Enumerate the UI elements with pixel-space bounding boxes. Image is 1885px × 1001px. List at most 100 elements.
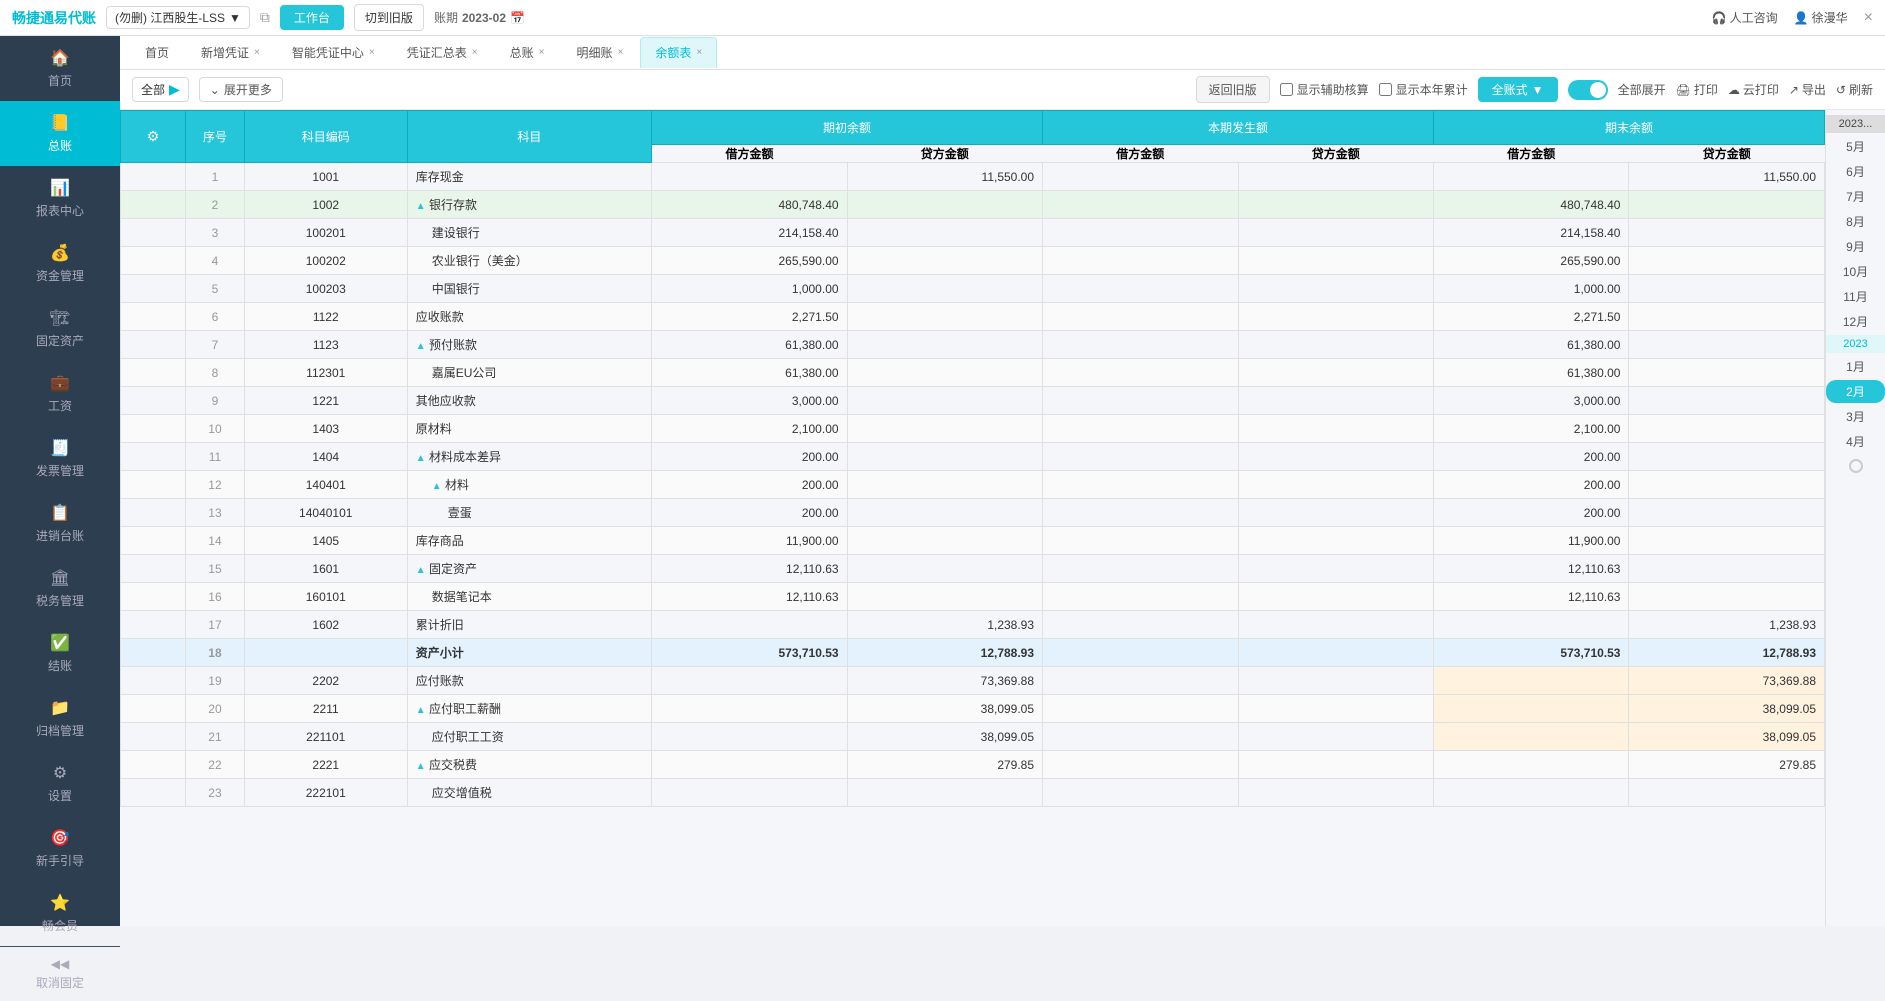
sidebar-item-member[interactable]: ⭐ 畅会员 bbox=[0, 881, 120, 946]
row-name-15[interactable]: 数据笔记本 bbox=[407, 583, 651, 611]
row-settings-17[interactable] bbox=[121, 639, 186, 667]
filter-select[interactable]: 全部 ▶ bbox=[132, 77, 189, 102]
sidebar-item-reports[interactable]: 📊 报表中心 bbox=[0, 166, 120, 231]
tab-detail-ledger[interactable]: 明细账 × bbox=[561, 37, 638, 68]
row-name-16[interactable]: 累计折旧 bbox=[407, 611, 651, 639]
row-name-18[interactable]: 应付账款 bbox=[407, 667, 651, 695]
export-button[interactable]: ↗ 导出 bbox=[1789, 81, 1826, 98]
sidebar-item-closing[interactable]: ✅ 结账 bbox=[0, 621, 120, 686]
unpin-button[interactable]: ◀◀ 取消固定 bbox=[0, 946, 120, 1001]
fullmode-button[interactable]: 全账式 ▼ bbox=[1478, 77, 1558, 102]
sidebar-item-invoice[interactable]: 🧾 发票管理 bbox=[0, 426, 120, 491]
row-name-9[interactable]: 原材料 bbox=[407, 415, 651, 443]
ytd-checkbox-input[interactable] bbox=[1379, 83, 1392, 96]
row-name-1[interactable]: ▲ 银行存款 bbox=[407, 191, 651, 219]
row-name-10[interactable]: ▲ 材料成本差异 bbox=[407, 443, 651, 471]
row-settings-11[interactable] bbox=[121, 471, 186, 499]
print-button[interactable]: 🖨 打印 bbox=[1676, 81, 1718, 98]
row-name-7[interactable]: 嘉属EU公司 bbox=[407, 359, 651, 387]
row-settings-15[interactable] bbox=[121, 583, 186, 611]
month-4[interactable]: 4月 bbox=[1826, 430, 1885, 453]
expand-button[interactable]: ⌄ 展开更多 bbox=[199, 77, 283, 102]
sidebar-item-home[interactable]: 🏠 首页 bbox=[0, 36, 120, 101]
month-8[interactable]: 8月 bbox=[1826, 210, 1885, 233]
sidebar-item-assets-mgmt[interactable]: 💰 资金管理 bbox=[0, 231, 120, 296]
row-name-8[interactable]: 其他应收款 bbox=[407, 387, 651, 415]
close-detail-ledger[interactable]: × bbox=[617, 47, 623, 58]
sidebar-item-fixed-assets[interactable]: 🏗 固定资产 bbox=[0, 296, 120, 361]
sidebar-item-tax[interactable]: 🏛 税务管理 bbox=[0, 556, 120, 621]
cloud-print-button[interactable]: ☁ 云打印 bbox=[1728, 81, 1779, 98]
expand-all-toggle[interactable] bbox=[1568, 80, 1608, 100]
row-settings-8[interactable] bbox=[121, 387, 186, 415]
aux-checkbox-input[interactable] bbox=[1280, 83, 1293, 96]
copy-icon[interactable]: ⧉ bbox=[260, 9, 270, 26]
row-settings-4[interactable] bbox=[121, 275, 186, 303]
row-settings-7[interactable] bbox=[121, 359, 186, 387]
company-selector[interactable]: (勿删) 江西股生-LSS ▼ bbox=[106, 6, 250, 29]
right-panel-circle-icon[interactable] bbox=[1849, 459, 1863, 473]
row-settings-20[interactable] bbox=[121, 723, 186, 751]
global-close-button[interactable]: × bbox=[1864, 9, 1873, 27]
row-name-2[interactable]: 建设银行 bbox=[407, 219, 651, 247]
sidebar-item-settings[interactable]: ⚙ 设置 bbox=[0, 751, 120, 816]
row-name-12[interactable]: 壹蛋 bbox=[407, 499, 651, 527]
row-name-19[interactable]: ▲ 应付职工薪酬 bbox=[407, 695, 651, 723]
gear-icon[interactable]: ⚙ bbox=[147, 128, 160, 144]
consult-button[interactable]: 🎧 人工咨询 bbox=[1712, 9, 1778, 26]
close-voucher-summary[interactable]: × bbox=[472, 47, 478, 58]
month-1[interactable]: 1月 bbox=[1826, 355, 1885, 378]
row-settings-16[interactable] bbox=[121, 611, 186, 639]
tab-balance-sheet[interactable]: 余额表 × bbox=[640, 37, 717, 68]
sidebar-item-purchase[interactable]: 📋 进销台账 bbox=[0, 491, 120, 556]
calendar-icon[interactable]: 📅 bbox=[510, 11, 525, 25]
month-2-active[interactable]: 2月 bbox=[1826, 380, 1885, 403]
sidebar-item-archive[interactable]: 📁 归档管理 bbox=[0, 686, 120, 751]
row-name-14[interactable]: ▲ 固定资产 bbox=[407, 555, 651, 583]
row-settings-21[interactable] bbox=[121, 751, 186, 779]
row-settings-5[interactable] bbox=[121, 303, 186, 331]
refresh-button[interactable]: ↺ 刷新 bbox=[1836, 81, 1873, 98]
return-old-button[interactable]: 返回旧版 bbox=[1196, 76, 1270, 103]
row-settings-13[interactable] bbox=[121, 527, 186, 555]
month-3[interactable]: 3月 bbox=[1826, 405, 1885, 428]
month-7[interactable]: 7月 bbox=[1826, 185, 1885, 208]
workbench-button[interactable]: 工作台 bbox=[280, 5, 344, 30]
sidebar-item-wages[interactable]: 💼 工资 bbox=[0, 361, 120, 426]
row-settings-14[interactable] bbox=[121, 555, 186, 583]
month-10[interactable]: 10月 bbox=[1826, 260, 1885, 283]
row-settings-0[interactable] bbox=[121, 163, 186, 191]
row-name-22[interactable]: 应交增值税 bbox=[407, 779, 651, 807]
sidebar-item-ledger[interactable]: 📒 总账 bbox=[0, 101, 120, 166]
row-settings-18[interactable] bbox=[121, 667, 186, 695]
row-name-6[interactable]: ▲ 预付账款 bbox=[407, 331, 651, 359]
tab-new-voucher[interactable]: 新增凭证 × bbox=[186, 37, 275, 68]
tab-voucher-summary[interactable]: 凭证汇总表 × bbox=[392, 37, 493, 68]
tab-home[interactable]: 首页 bbox=[130, 37, 184, 68]
switch-version-button[interactable]: 切到旧版 bbox=[354, 4, 424, 31]
month-9[interactable]: 9月 bbox=[1826, 235, 1885, 258]
show-aux-checkbox[interactable]: 显示辅助核算 bbox=[1280, 81, 1369, 98]
month-5[interactable]: 5月 bbox=[1826, 135, 1885, 158]
month-6[interactable]: 6月 bbox=[1826, 160, 1885, 183]
row-settings-22[interactable] bbox=[121, 779, 186, 807]
tab-smart-voucher[interactable]: 智能凭证中心 × bbox=[277, 37, 390, 68]
row-name-20[interactable]: 应付职工工资 bbox=[407, 723, 651, 751]
close-new-voucher[interactable]: × bbox=[254, 47, 260, 58]
row-settings-12[interactable] bbox=[121, 499, 186, 527]
row-name-11[interactable]: ▲ 材料 bbox=[407, 471, 651, 499]
close-smart-voucher[interactable]: × bbox=[369, 47, 375, 58]
month-11[interactable]: 11月 bbox=[1826, 285, 1885, 308]
sidebar-item-guide[interactable]: 🎯 新手引导 bbox=[0, 816, 120, 881]
close-ledger[interactable]: × bbox=[539, 47, 545, 58]
col-header-settings[interactable]: ⚙ bbox=[121, 111, 186, 163]
row-settings-10[interactable] bbox=[121, 443, 186, 471]
row-name-3[interactable]: 农业银行（美金） bbox=[407, 247, 651, 275]
show-ytd-checkbox[interactable]: 显示本年累计 bbox=[1379, 81, 1468, 98]
row-settings-19[interactable] bbox=[121, 695, 186, 723]
row-settings-1[interactable] bbox=[121, 191, 186, 219]
row-settings-2[interactable] bbox=[121, 219, 186, 247]
user-avatar[interactable]: 👤 徐漫华 bbox=[1794, 9, 1848, 26]
row-name-13[interactable]: 库存商品 bbox=[407, 527, 651, 555]
close-balance-sheet[interactable]: × bbox=[696, 47, 702, 58]
